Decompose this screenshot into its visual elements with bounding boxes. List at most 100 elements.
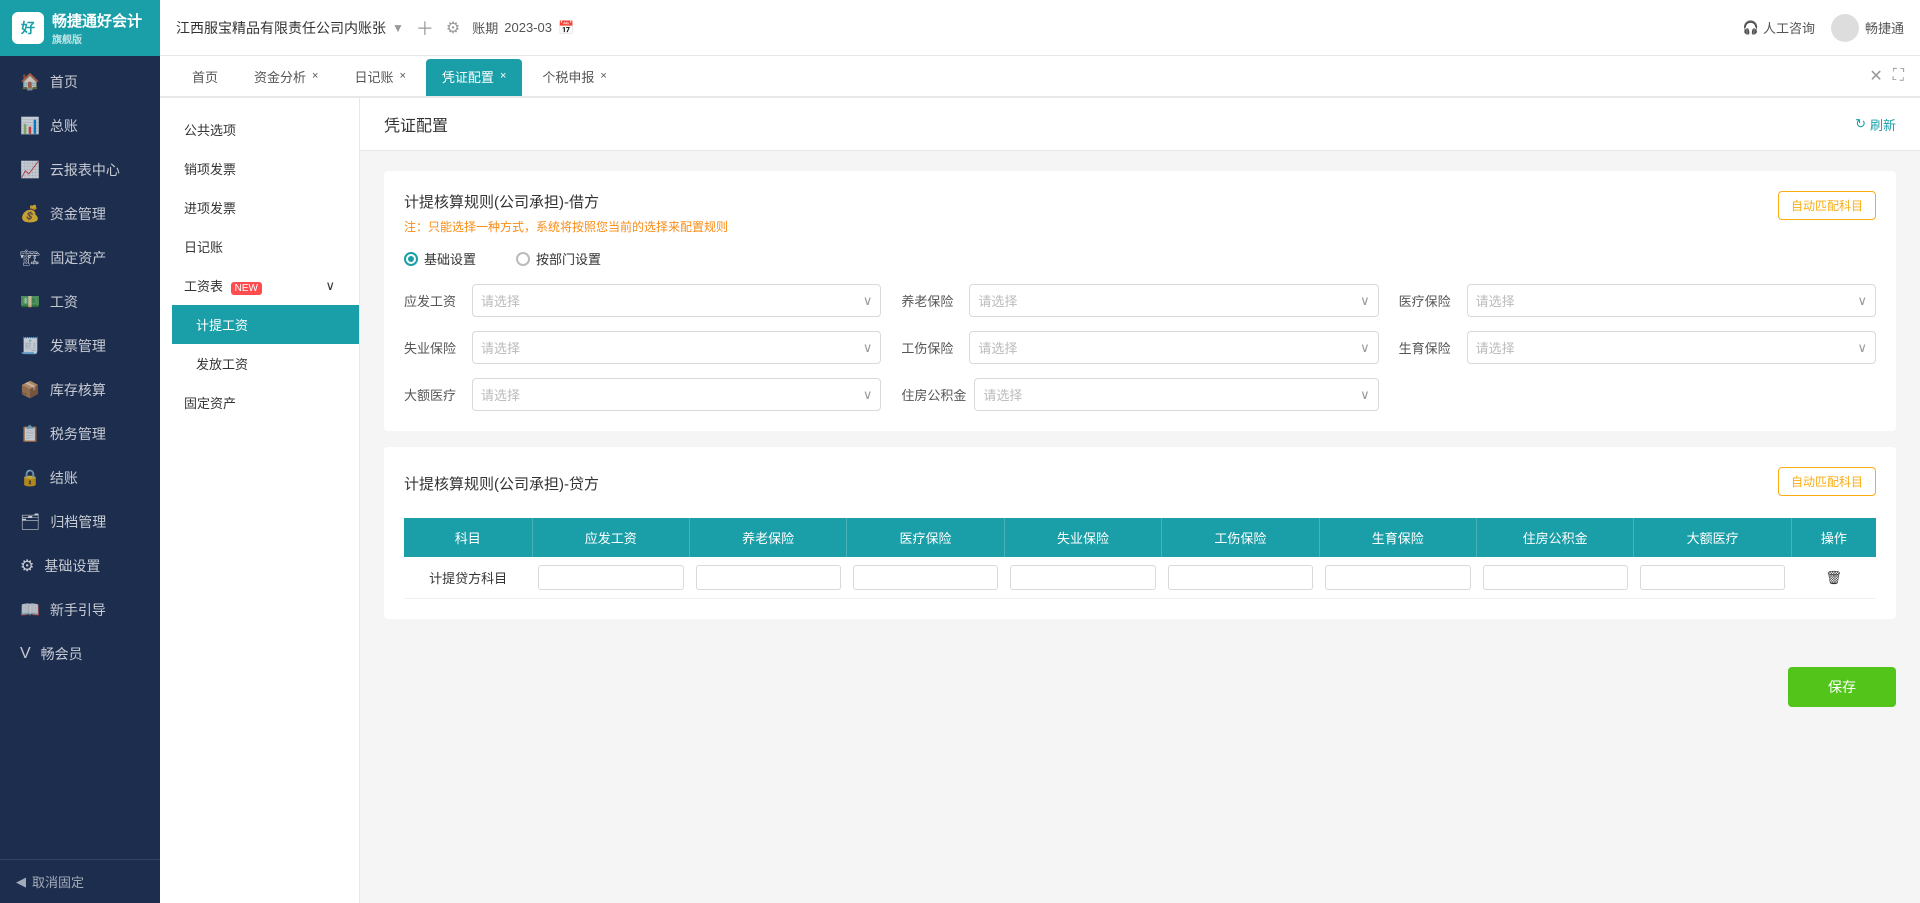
period-display: 账期 2023-03 📅 [472,18,574,37]
left-menu-fixed-assets[interactable]: 固定资产 [160,383,359,422]
debit-section-title: 计提核算规则(公司承担)-借方 [404,191,728,212]
sidebar-nav: 🏠 首页 📊 总账 📈 云报表中心 💰 资金管理 🏗 固定资产 💵 工资 🧾 发… [0,56,160,859]
sidebar-item-close[interactable]: 🔒 结账 [0,456,160,500]
sidebar-item-settings[interactable]: ⚙ 基础设置 [0,544,160,588]
cell-shiye[interactable] [1004,557,1161,598]
sidebar-item-salary[interactable]: 💵 工资 [0,280,160,324]
content-body: 计提核算规则(公司承担)-借方 注：只能选择一种方式，系统将按照您当前的选择来配… [360,151,1920,655]
left-menu-journal[interactable]: 日记账 [160,227,359,266]
sidebar-item-ledger[interactable]: 📊 总账 [0,104,160,148]
tab-funds-close[interactable]: × [312,70,318,82]
field-yanglao: 养老保险 请选择 ∨ [901,284,1378,317]
left-menu-purchase[interactable]: 进项发票 [160,188,359,227]
input-yingfa[interactable] [538,565,683,590]
tab-home[interactable]: 首页 [176,59,234,96]
left-menu-sales[interactable]: 销项发票 [160,149,359,188]
sidebar-label-home: 首页 [50,72,78,92]
col-yanglao: 养老保险 [690,518,847,557]
cell-yingfa[interactable] [532,557,689,598]
cancel-fixed-button[interactable]: ◀ 取消固定 [0,859,160,903]
refresh-button[interactable]: ↻ 刷新 [1855,115,1896,134]
customer-service-button[interactable]: 🎧 人工咨询 [1743,18,1815,37]
debit-section-note: 注：只能选择一种方式，系统将按照您当前的选择来配置规则 [404,218,728,235]
select-yiliao[interactable]: 请选择 ∨ [1467,284,1876,317]
select-yingfa[interactable]: 请选择 ∨ [472,284,881,317]
tab-voucher-close[interactable]: × [500,70,506,82]
label-yingfa: 应发工资 [404,291,464,310]
logo-icon: 好 [12,12,44,44]
select-yanglao[interactable]: 请选择 ∨ [969,284,1378,317]
input-yanglao[interactable] [696,565,841,590]
archive-icon: 🗂 [20,512,40,532]
calendar-icon[interactable]: 📅 [558,20,574,36]
tab-tax-label: 个税申报 [542,67,594,86]
sidebar-item-assets[interactable]: 🏗 固定资产 [0,236,160,280]
sidebar-item-inventory[interactable]: 📦 库存核算 [0,368,160,412]
cell-yiliao[interactable] [847,557,1004,598]
home-icon: 🏠 [20,72,40,92]
col-yingfa: 应发工资 [533,518,690,557]
sidebar-item-vip[interactable]: V 畅会员 [0,632,160,676]
sidebar-label-tax: 税务管理 [50,424,106,444]
tab-tax[interactable]: 个税申报 × [526,59,622,96]
cell-action[interactable]: 🗑 [1791,562,1876,594]
sidebar-label-settings: 基础设置 [44,556,100,576]
tab-voucher[interactable]: 凭证配置 × [426,59,522,96]
add-account-button[interactable]: ＋ [416,15,434,41]
tabbar: 首页 资金分析 × 日记账 × 凭证配置 × 个税申报 × ✕ ⛶ [160,56,1920,98]
select-gongjijin[interactable]: 请选择 ∨ [974,378,1378,411]
radio-dept[interactable]: 按部门设置 [516,249,601,268]
cell-shengyu[interactable] [1319,557,1476,598]
user-menu[interactable]: 畅捷通 [1831,14,1904,42]
input-shiye[interactable] [1010,565,1155,590]
app-version: 旗舰版 [52,31,142,46]
input-daeyiliao[interactable] [1640,565,1785,590]
sidebar-item-archive[interactable]: 🗂 归档管理 [0,500,160,544]
select-gongshang[interactable]: 请选择 ∨ [969,331,1378,364]
cell-gongshang[interactable] [1162,557,1319,598]
credit-auto-match-button[interactable]: 自动匹配科目 [1778,467,1876,496]
sidebar-item-reports[interactable]: 📈 云报表中心 [0,148,160,192]
left-menu-salary-table[interactable]: 工资表 NEW ∨ [160,266,359,305]
tabbar-actions: ✕ ⛶ [1869,66,1904,86]
settings-button[interactable]: ⚙ [446,18,460,38]
sidebar-label-guide: 新手引导 [50,600,106,620]
tab-tax-close[interactable]: × [600,70,606,82]
sidebar-item-invoice[interactable]: 🧾 发票管理 [0,324,160,368]
close-all-icon[interactable]: ✕ [1869,66,1882,86]
company-select[interactable]: 江西服宝精品有限责任公司内账张 ▼ [176,18,404,38]
tab-funds-label: 资金分析 [254,67,306,86]
cell-yanglao[interactable] [690,557,847,598]
radio-basic[interactable]: 基础设置 [404,249,476,268]
tab-journal-close[interactable]: × [399,70,405,82]
select-daeyiliao[interactable]: 请选择 ∨ [472,378,881,411]
debit-auto-match-button[interactable]: 自动匹配科目 [1778,191,1876,220]
input-shengyu[interactable] [1325,565,1470,590]
sidebar-label-vip: 畅会员 [41,644,83,664]
left-menu-calc-salary[interactable]: 计提工资 [172,305,359,344]
input-gongjijin[interactable] [1483,565,1628,590]
cell-gongjijin[interactable] [1477,557,1634,598]
input-yiliao[interactable] [853,565,998,590]
invoice-icon: 🧾 [20,336,40,356]
left-menu-pay-salary[interactable]: 发放工资 [172,344,359,383]
main-wrapper: 江西服宝精品有限责任公司内账张 ▼ ＋ ⚙ 账期 2023-03 📅 🎧 人工咨… [160,0,1920,903]
input-gongshang[interactable] [1168,565,1313,590]
sidebar-item-guide[interactable]: 📖 新手引导 [0,588,160,632]
cell-daeyiliao[interactable] [1634,557,1791,598]
sidebar-item-funds[interactable]: 💰 资金管理 [0,192,160,236]
tab-journal[interactable]: 日记账 × [338,59,421,96]
field-daeyiliao: 大额医疗 请选择 ∨ [404,378,881,411]
tab-funds[interactable]: 资金分析 × [238,59,334,96]
save-button[interactable]: 保存 [1788,667,1896,707]
maximize-icon[interactable]: ⛶ [1893,67,1904,85]
select-yingfa-placeholder: 请选择 [481,291,520,310]
select-shiye[interactable]: 请选择 ∨ [472,331,881,364]
guide-icon: 📖 [20,600,40,620]
sidebar-item-tax[interactable]: 📋 税务管理 [0,412,160,456]
chevron-down-icon: ∨ [1857,293,1867,309]
refresh-icon: ↻ [1855,116,1866,132]
select-shengyu[interactable]: 请选择 ∨ [1467,331,1876,364]
left-menu-public[interactable]: 公共选项 [160,110,359,149]
sidebar-item-home[interactable]: 🏠 首页 [0,60,160,104]
